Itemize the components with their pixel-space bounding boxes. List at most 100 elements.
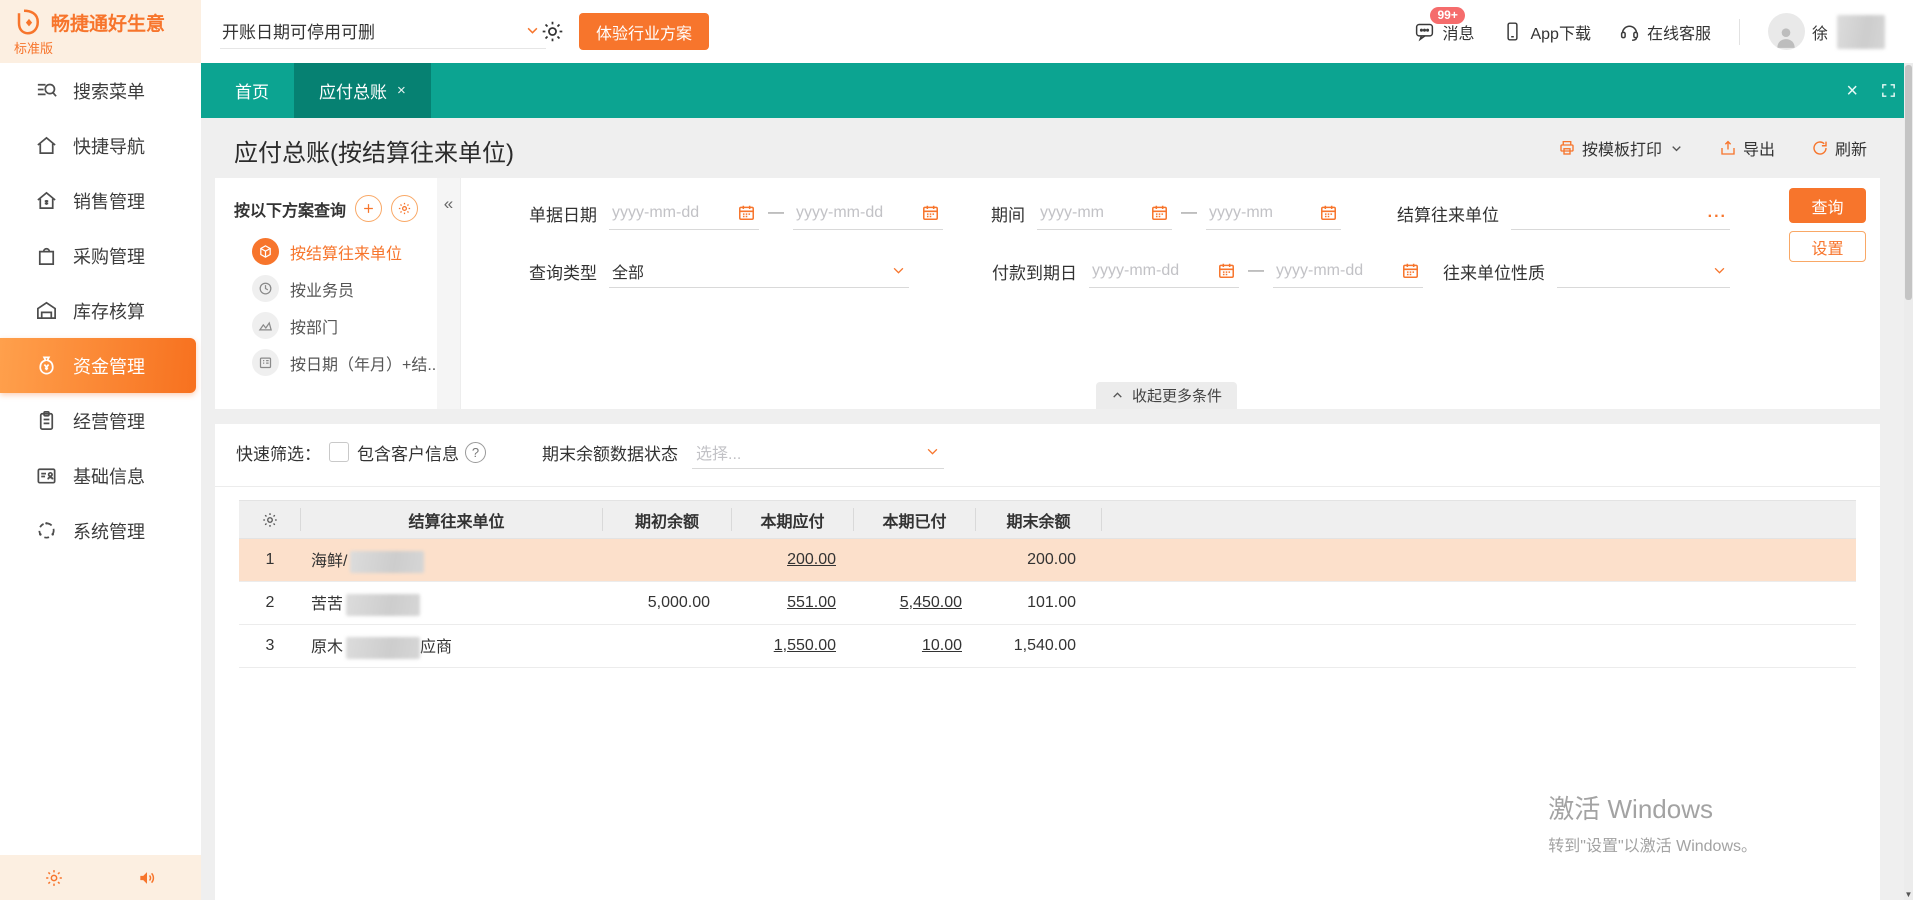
query-type-select[interactable]: 全部 [609, 255, 909, 288]
header-paid[interactable]: 本期已付 [854, 508, 976, 531]
table-row[interactable]: 1 海鲜/200.00 200.00 [239, 539, 1856, 582]
doc-date-to-input[interactable]: yyyy-mm-dd [793, 197, 943, 230]
online-support-button[interactable]: 在线客服 [1619, 20, 1711, 44]
tabbar: 首页 应付总账 × × [201, 63, 1913, 118]
chevron-down-icon[interactable] [1670, 142, 1683, 155]
filter-panel: 按以下方案查询 按结算往来单位 按业务员 按部门 按日期（年月）+结... « … [215, 178, 1880, 409]
doc-date-from-input[interactable]: yyyy-mm-dd [609, 197, 759, 230]
closing-balance: 101.00 [1027, 594, 1076, 611]
help-icon[interactable]: ? [465, 441, 486, 463]
sidebar-item-quick-nav[interactable]: 快捷导航 [0, 118, 201, 173]
closing-balance-status-select[interactable]: 选择... [692, 436, 944, 469]
divider [1738, 18, 1740, 45]
table-header: 结算往来单位 期初余额 本期应付 本期已付 期末余额 [239, 500, 1856, 539]
more-options-icon[interactable]: ... [1708, 204, 1727, 222]
messages-button[interactable]: 消息 99+ [1414, 6, 1474, 44]
account-set-dropdown[interactable]: 开账日期可停用可删 [220, 13, 546, 49]
period-paid[interactable]: 10.00 [854, 637, 976, 655]
sidebar-item-operations[interactable]: 经营管理 [0, 393, 201, 448]
sidebar-item-system[interactable]: 系统管理 [0, 503, 201, 558]
brand-name: 畅捷通好生意 [51, 13, 166, 35]
calendar-icon[interactable] [737, 203, 756, 222]
calendar-icon[interactable] [921, 203, 940, 222]
header-closing-balance[interactable]: 期末余额 [976, 508, 1102, 531]
due-date-from-input[interactable]: yyyy-mm-dd [1089, 255, 1239, 288]
user-account[interactable]: 徐 [1767, 13, 1885, 50]
topbar-right: 消息 99+ App下载 在线客服 徐 [1414, 0, 1885, 63]
sidebar-item-search-menu[interactable]: 搜索菜单 [0, 63, 201, 118]
calendar-icon[interactable] [1217, 261, 1236, 280]
sidebar-item-label: 销售管理 [73, 191, 145, 212]
chevron-down-icon [527, 27, 538, 34]
account-set-label: 开账日期可停用可删 [222, 23, 375, 42]
header-opening-balance[interactable]: 期初余额 [603, 508, 732, 531]
search-button[interactable]: 查询 [1789, 188, 1866, 223]
refresh-button[interactable]: 刷新 [1811, 136, 1867, 160]
tab-payable-ledger[interactable]: 应付总账 × [294, 63, 431, 118]
include-customer-checkbox[interactable] [329, 442, 349, 462]
sidebar-item-inventory[interactable]: 库存核算 [0, 283, 201, 338]
gear-icon[interactable] [540, 19, 565, 44]
add-scheme-button[interactable] [355, 195, 383, 222]
tab-home[interactable]: 首页 [210, 63, 294, 118]
tab-close-icon[interactable]: × [397, 82, 406, 99]
unit-nature-select[interactable] [1557, 255, 1730, 288]
sidebar-item-label: 库存核算 [73, 301, 145, 322]
search-menu-icon [37, 83, 57, 97]
fullscreen-icon[interactable] [1880, 82, 1897, 99]
clock-icon [252, 275, 279, 302]
brand-edition: 标准版 [14, 41, 54, 56]
calendar-icon[interactable] [1319, 203, 1338, 222]
collapse-more-conditions[interactable]: 收起更多条件 [1096, 382, 1238, 409]
scheme-item-by-department[interactable]: 按部门 [252, 312, 460, 339]
period-paid[interactable]: 5,450.00 [854, 594, 976, 612]
scroll-down-arrow-icon[interactable]: ▼ [1904, 890, 1913, 899]
scheme-settings-button[interactable] [391, 195, 419, 222]
scheme-item-by-salesperson[interactable]: 按业务员 [252, 275, 460, 302]
settle-unit-input[interactable]: ... [1511, 197, 1730, 230]
collapse-scheme-panel-handle[interactable]: « [437, 178, 460, 409]
scheme-item-by-date[interactable]: 按日期（年月）+结... [252, 349, 460, 376]
period-payable[interactable]: 551.00 [732, 594, 854, 612]
sidebar-item-label: 快捷导航 [73, 136, 145, 157]
app-download-button[interactable]: App下载 [1502, 20, 1591, 44]
person-icon [1777, 28, 1796, 48]
print-by-template-button[interactable]: 按模板打印 [1558, 136, 1683, 160]
period-to-input[interactable]: yyyy-mm [1206, 197, 1341, 230]
purchase-bag-icon [38, 248, 55, 265]
ledger-table: 结算往来单位 期初余额 本期应付 本期已付 期末余额 1 海鲜/200.00 200… [239, 500, 1856, 668]
trial-solution-button[interactable]: 体验行业方案 [579, 13, 710, 50]
sidebar-item-funds[interactable]: 资金管理 [0, 338, 196, 393]
column-settings-icon[interactable] [261, 511, 279, 529]
doc-date-label: 单据日期 [529, 205, 597, 225]
username-redaction [1837, 14, 1885, 49]
row-number: 1 [265, 551, 275, 568]
settle-unit-label: 结算往来单位 [1397, 205, 1499, 225]
due-date-to-input[interactable]: yyyy-mm-dd [1273, 255, 1423, 288]
sidebar-item-sales[interactable]: 销售管理 [0, 173, 201, 228]
settings-gear-icon[interactable] [44, 868, 64, 888]
calendar-icon[interactable] [1150, 203, 1169, 222]
calendar-icon[interactable] [1401, 261, 1420, 280]
sidebar-item-base-info[interactable]: 基础信息 [0, 448, 201, 503]
vertical-scrollbar[interactable]: ▼ [1904, 63, 1913, 900]
period-payable[interactable]: 1,550.00 [732, 637, 854, 655]
scheme-item-by-settle-unit[interactable]: 按结算往来单位 [252, 238, 460, 265]
table-row[interactable]: 3 原木 应商 1,550.00 10.00 1,540.00 [239, 625, 1856, 668]
header-settle-unit[interactable]: 结算往来单位 [301, 508, 603, 531]
due-date-label: 付款到期日 [992, 263, 1077, 283]
table-row[interactable]: 2 苦苦 5,000.00 551.00 5,450.00 101.00 [239, 582, 1856, 625]
chevron-up-icon [1113, 392, 1122, 398]
period-payable[interactable]: 200.00 [732, 551, 854, 569]
header-payable[interactable]: 本期应付 [732, 508, 854, 531]
page-title: 应付总账(按结算往来单位) [234, 140, 514, 167]
sidebar-item-purchase[interactable]: 采购管理 [0, 228, 201, 283]
close-all-icon[interactable]: × [1846, 81, 1858, 101]
chat-bubble-icon [1416, 23, 1434, 42]
sound-icon[interactable] [137, 868, 157, 888]
period-label: 期间 [991, 205, 1025, 225]
export-button[interactable]: 导出 [1719, 136, 1775, 160]
period-from-input[interactable]: yyyy-mm [1037, 197, 1172, 230]
settings-button[interactable]: 设置 [1789, 231, 1866, 262]
scrollbar-thumb[interactable] [1905, 65, 1912, 300]
